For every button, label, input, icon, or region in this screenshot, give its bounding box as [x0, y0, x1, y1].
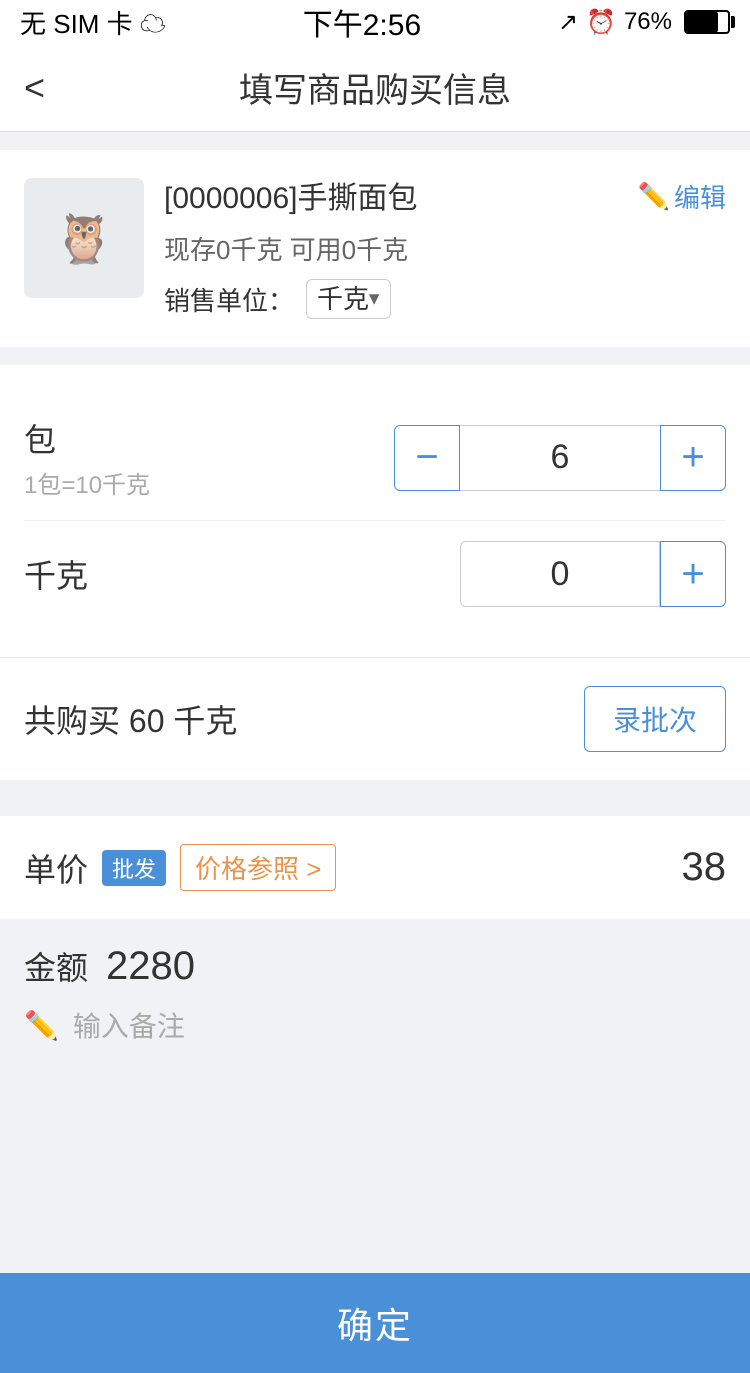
product-unit-row: 销售单位： 千克 [164, 279, 726, 319]
nav-bar: < 填写商品购买信息 [0, 44, 750, 132]
price-ref-button[interactable]: 价格参照 > [180, 844, 336, 891]
product-header: [0000006]手撕面包 ✏️ 编辑 [164, 178, 726, 220]
unit-select-wrap[interactable]: 千克 [306, 279, 391, 319]
qty-control-bag: − + [394, 425, 726, 491]
product-logo: 🦉 [54, 210, 114, 267]
remark-placeholder: 输入备注 [73, 1005, 185, 1045]
product-name: [0000006]手撕面包 [164, 178, 417, 220]
qty-row-kg: 千克 + [24, 521, 726, 627]
sim-label: 无 SIM 卡 ☁ [20, 4, 166, 41]
amount-section: 金额 2280 ✏️ 输入备注 [0, 919, 750, 1073]
qty-label-bag-wrap: 包 1包=10千克 [24, 415, 150, 500]
status-right: ↗ ⏰ 76% [558, 8, 730, 37]
price-value: 38 [682, 845, 727, 890]
alarm-icon: ⏰ [586, 8, 616, 37]
section-divider-2 [0, 780, 750, 798]
qty-row-bag: 包 1包=10千克 − + [24, 395, 726, 521]
status-time: 下午2:56 [303, 0, 421, 44]
batch-button[interactable]: 录批次 [584, 686, 726, 752]
status-bar: 无 SIM 卡 ☁ 下午2:56 ↗ ⏰ 76% [0, 0, 750, 44]
summary-section: 共购买 60 千克 录批次 [0, 657, 750, 780]
qty-input-kg[interactable] [460, 541, 660, 607]
price-row: 单价 批发 价格参照 > 38 [24, 844, 726, 891]
qty-plus-bag[interactable]: + [660, 425, 726, 491]
unit-select[interactable]: 千克 [306, 279, 391, 319]
edit-icon: ✏️ [638, 181, 670, 212]
qty-sublabel-bag: 1包=10千克 [24, 465, 150, 500]
qty-label-kg-wrap: 千克 [24, 551, 88, 597]
summary-amount: 60 [129, 703, 165, 739]
qty-section: 包 1包=10千克 − + 千克 + [0, 365, 750, 657]
location-icon: ↗ [558, 8, 578, 37]
edit-link[interactable]: ✏️ 编辑 [638, 178, 726, 215]
product-image: 🦉 [24, 178, 144, 298]
edit-label: 编辑 [674, 178, 726, 215]
price-section: 单价 批发 价格参照 > 38 [0, 816, 750, 919]
price-left: 单价 批发 价格参照 > [24, 844, 336, 891]
price-tag-pi: 批发 [102, 850, 166, 886]
unit-label: 销售单位： [164, 281, 294, 318]
battery-icon [684, 10, 730, 34]
section-divider-1 [0, 347, 750, 365]
product-card: 🦉 [0000006]手撕面包 ✏️ 编辑 现存0千克 可用0千克 销售单位： … [0, 150, 750, 347]
qty-plus-kg[interactable]: + [660, 541, 726, 607]
product-stock: 现存0千克 可用0千克 [164, 230, 726, 267]
summary-text: 共购买 60 千克 [24, 696, 237, 742]
pencil-icon: ✏️ [24, 1009, 59, 1042]
amount-label: 金额 [24, 943, 88, 989]
status-left: 无 SIM 卡 ☁ [20, 4, 166, 41]
amount-value: 2280 [106, 944, 195, 989]
price-label: 单价 [24, 845, 88, 891]
qty-label-kg: 千克 [24, 551, 88, 597]
bottom-spacer [0, 1073, 750, 1273]
page-title: 填写商品购买信息 [239, 63, 511, 112]
confirm-button[interactable]: 确定 [0, 1273, 750, 1373]
amount-row: 金额 2280 [24, 943, 726, 989]
qty-label-bag: 包 [24, 415, 150, 461]
battery-percent: 76% [624, 8, 672, 36]
product-info: [0000006]手撕面包 ✏️ 编辑 现存0千克 可用0千克 销售单位： 千克 [164, 178, 726, 319]
qty-input-bag[interactable] [460, 425, 660, 491]
qty-minus-bag[interactable]: − [394, 425, 460, 491]
remark-row[interactable]: ✏️ 输入备注 [24, 1005, 726, 1045]
back-button[interactable]: < [24, 67, 45, 109]
qty-control-kg: + [460, 541, 726, 607]
